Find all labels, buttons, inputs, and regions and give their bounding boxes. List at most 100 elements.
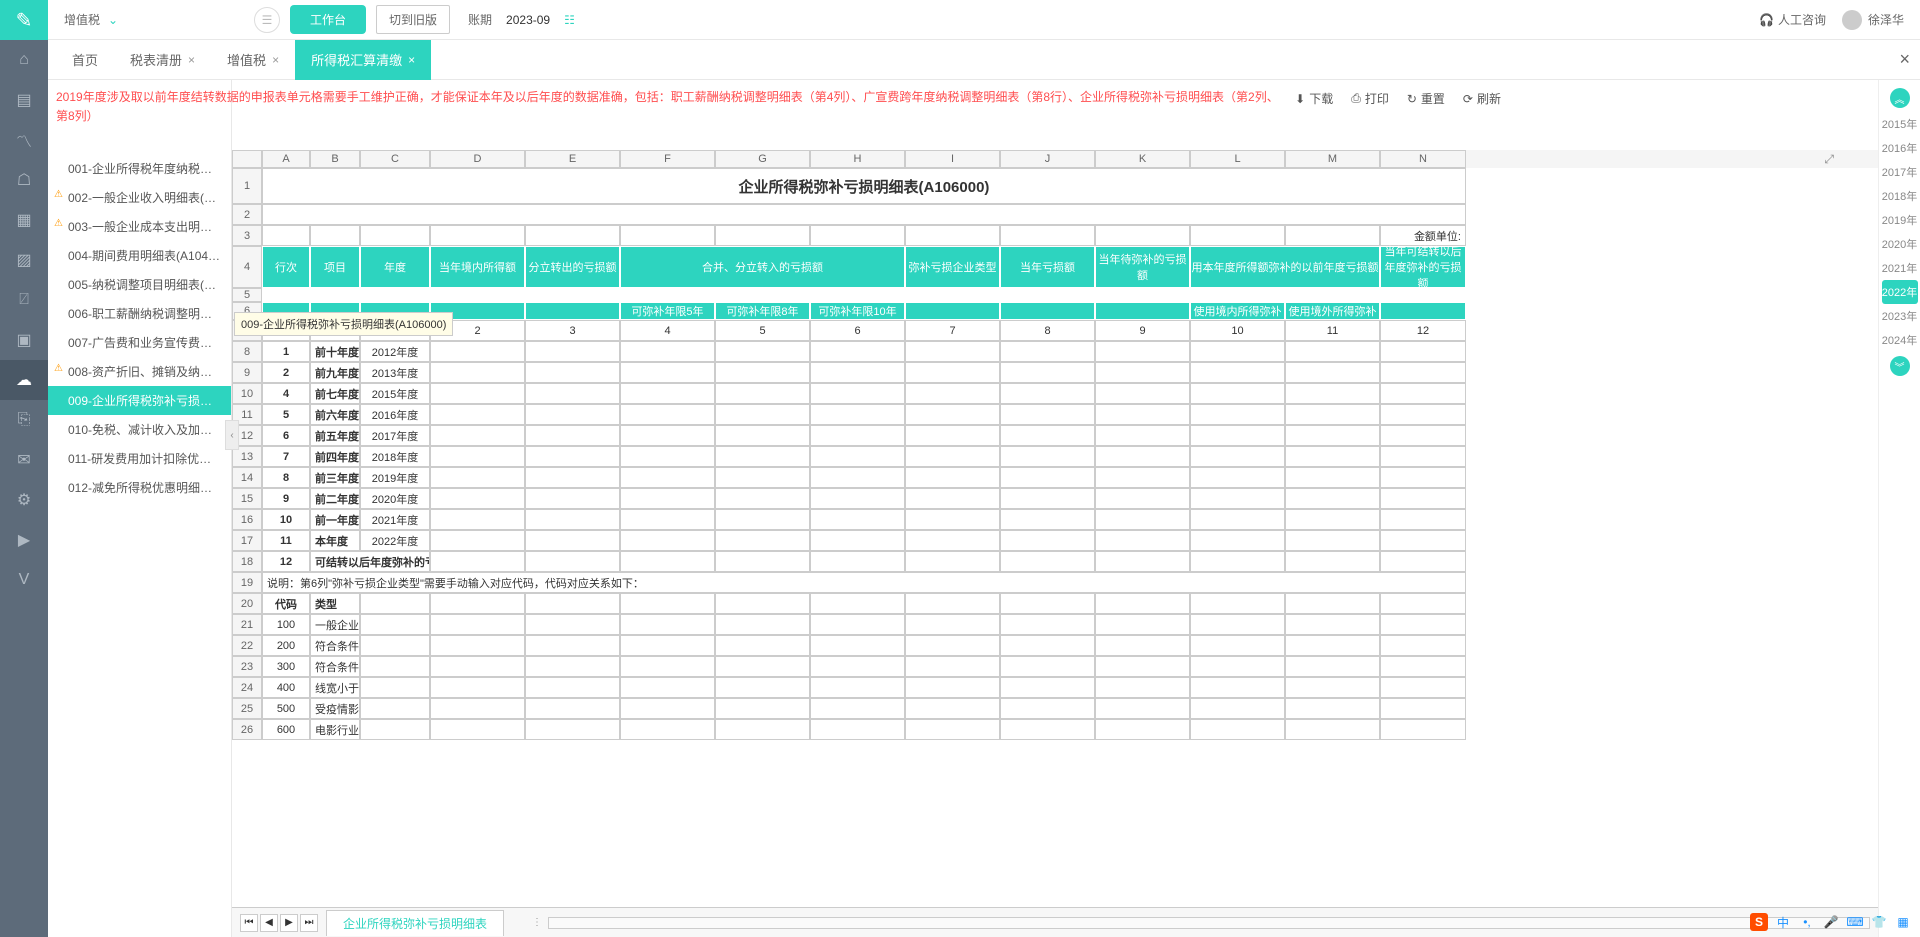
cell[interactable]	[1190, 467, 1285, 488]
tab-所得税汇算清缴[interactable]: 所得税汇算清缴×	[295, 40, 431, 80]
cell[interactable]	[1380, 302, 1466, 320]
cell[interactable]	[620, 698, 715, 719]
cell[interactable]	[1000, 425, 1095, 446]
nav-v-icon[interactable]: V	[0, 560, 48, 600]
workbench-button[interactable]: 工作台	[290, 5, 366, 34]
cell[interactable]: 2021年度	[360, 509, 430, 530]
cell[interactable]	[620, 656, 715, 677]
cell[interactable]	[1095, 446, 1190, 467]
row-header[interactable]: 15	[232, 488, 262, 509]
cell[interactable]	[620, 467, 715, 488]
cell[interactable]	[715, 383, 810, 404]
nav-tax-icon[interactable]: ☁	[0, 360, 48, 400]
cell[interactable]: 5	[262, 404, 310, 425]
cell[interactable]	[620, 225, 715, 246]
cell[interactable]	[620, 404, 715, 425]
year-option[interactable]: 2015年	[1882, 112, 1918, 136]
cell[interactable]	[905, 383, 1000, 404]
list-item[interactable]: 010-免税、减计收入及加计...	[48, 415, 231, 444]
cell[interactable]: 2013年度	[360, 362, 430, 383]
cell[interactable]	[1285, 509, 1380, 530]
cell[interactable]	[1380, 551, 1466, 572]
cell[interactable]	[810, 467, 905, 488]
cell[interactable]	[905, 614, 1000, 635]
cell[interactable]	[620, 530, 715, 551]
list-item[interactable]: ⚠008-资产折旧、摊销及纳税...	[48, 357, 231, 386]
cell[interactable]	[525, 225, 620, 246]
row-header[interactable]: 8	[232, 341, 262, 362]
cell[interactable]	[715, 530, 810, 551]
cell[interactable]	[620, 341, 715, 362]
expand-sheet-icon[interactable]: ⤢	[1824, 152, 1834, 167]
cell[interactable]	[810, 593, 905, 614]
cell[interactable]	[810, 404, 905, 425]
cell[interactable]	[1190, 719, 1285, 740]
list-item[interactable]: ⚠003-一般企业成本支出明细...	[48, 212, 231, 241]
cell[interactable]	[1190, 425, 1285, 446]
cell[interactable]: 企业所得税弥补亏损明细表(A106000)	[262, 168, 1466, 204]
cell[interactable]	[525, 467, 620, 488]
cell[interactable]	[430, 677, 525, 698]
row-header[interactable]: 21	[232, 614, 262, 635]
cell[interactable]: 9	[262, 488, 310, 509]
row-header[interactable]: 14	[232, 467, 262, 488]
cell[interactable]	[1000, 404, 1095, 425]
cell[interactable]	[905, 467, 1000, 488]
cell[interactable]	[430, 530, 525, 551]
cell[interactable]	[715, 656, 810, 677]
cell[interactable]	[310, 225, 360, 246]
cell[interactable]	[1190, 404, 1285, 425]
cell[interactable]	[1190, 698, 1285, 719]
cell[interactable]	[1095, 509, 1190, 530]
cell[interactable]	[1000, 509, 1095, 530]
cell[interactable]	[905, 341, 1000, 362]
cell[interactable]	[1095, 467, 1190, 488]
cell[interactable]	[360, 593, 430, 614]
cell[interactable]	[430, 635, 525, 656]
cell[interactable]	[715, 551, 810, 572]
cell[interactable]	[525, 677, 620, 698]
cell[interactable]	[905, 488, 1000, 509]
cell[interactable]	[715, 488, 810, 509]
cell[interactable]: 前五年度	[310, 425, 360, 446]
cell[interactable]	[1095, 404, 1190, 425]
ime-sogou-icon[interactable]: S	[1750, 913, 1768, 931]
cell[interactable]	[525, 383, 620, 404]
cell[interactable]	[360, 677, 430, 698]
cell[interactable]	[430, 719, 525, 740]
cell[interactable]	[1285, 698, 1380, 719]
cell[interactable]	[1380, 488, 1466, 509]
cell[interactable]: 当年境内所得额	[430, 246, 525, 288]
cell[interactable]	[262, 225, 310, 246]
cell[interactable]	[525, 614, 620, 635]
cell[interactable]	[525, 656, 620, 677]
cell[interactable]: E	[525, 150, 620, 168]
cell[interactable]	[262, 204, 1466, 225]
cell[interactable]	[430, 341, 525, 362]
cell[interactable]	[715, 509, 810, 530]
cell[interactable]: 前六年度	[310, 404, 360, 425]
ime-keyboard-icon[interactable]: ⌨	[1846, 913, 1864, 931]
tab-首页[interactable]: 首页	[56, 40, 114, 80]
cell[interactable]: F	[620, 150, 715, 168]
cell[interactable]	[810, 530, 905, 551]
cell[interactable]: 行次	[262, 246, 310, 288]
cell[interactable]	[430, 551, 525, 572]
cell[interactable]	[1190, 530, 1285, 551]
nav-calendar-icon[interactable]: ▣	[0, 320, 48, 360]
cell[interactable]	[430, 425, 525, 446]
cell[interactable]	[1095, 593, 1190, 614]
cell[interactable]	[1000, 362, 1095, 383]
cell[interactable]: 12	[262, 551, 310, 572]
cell[interactable]	[1380, 467, 1466, 488]
list-toggle-button[interactable]: ☰	[254, 7, 280, 33]
cell[interactable]	[1000, 225, 1095, 246]
cell[interactable]	[525, 488, 620, 509]
row-header[interactable]: 26	[232, 719, 262, 740]
row-header[interactable]: 20	[232, 593, 262, 614]
nav-video-icon[interactable]: ▶	[0, 520, 48, 560]
cell[interactable]	[905, 530, 1000, 551]
cell[interactable]	[1285, 635, 1380, 656]
cell[interactable]: 1	[262, 341, 310, 362]
cell[interactable]	[525, 635, 620, 656]
